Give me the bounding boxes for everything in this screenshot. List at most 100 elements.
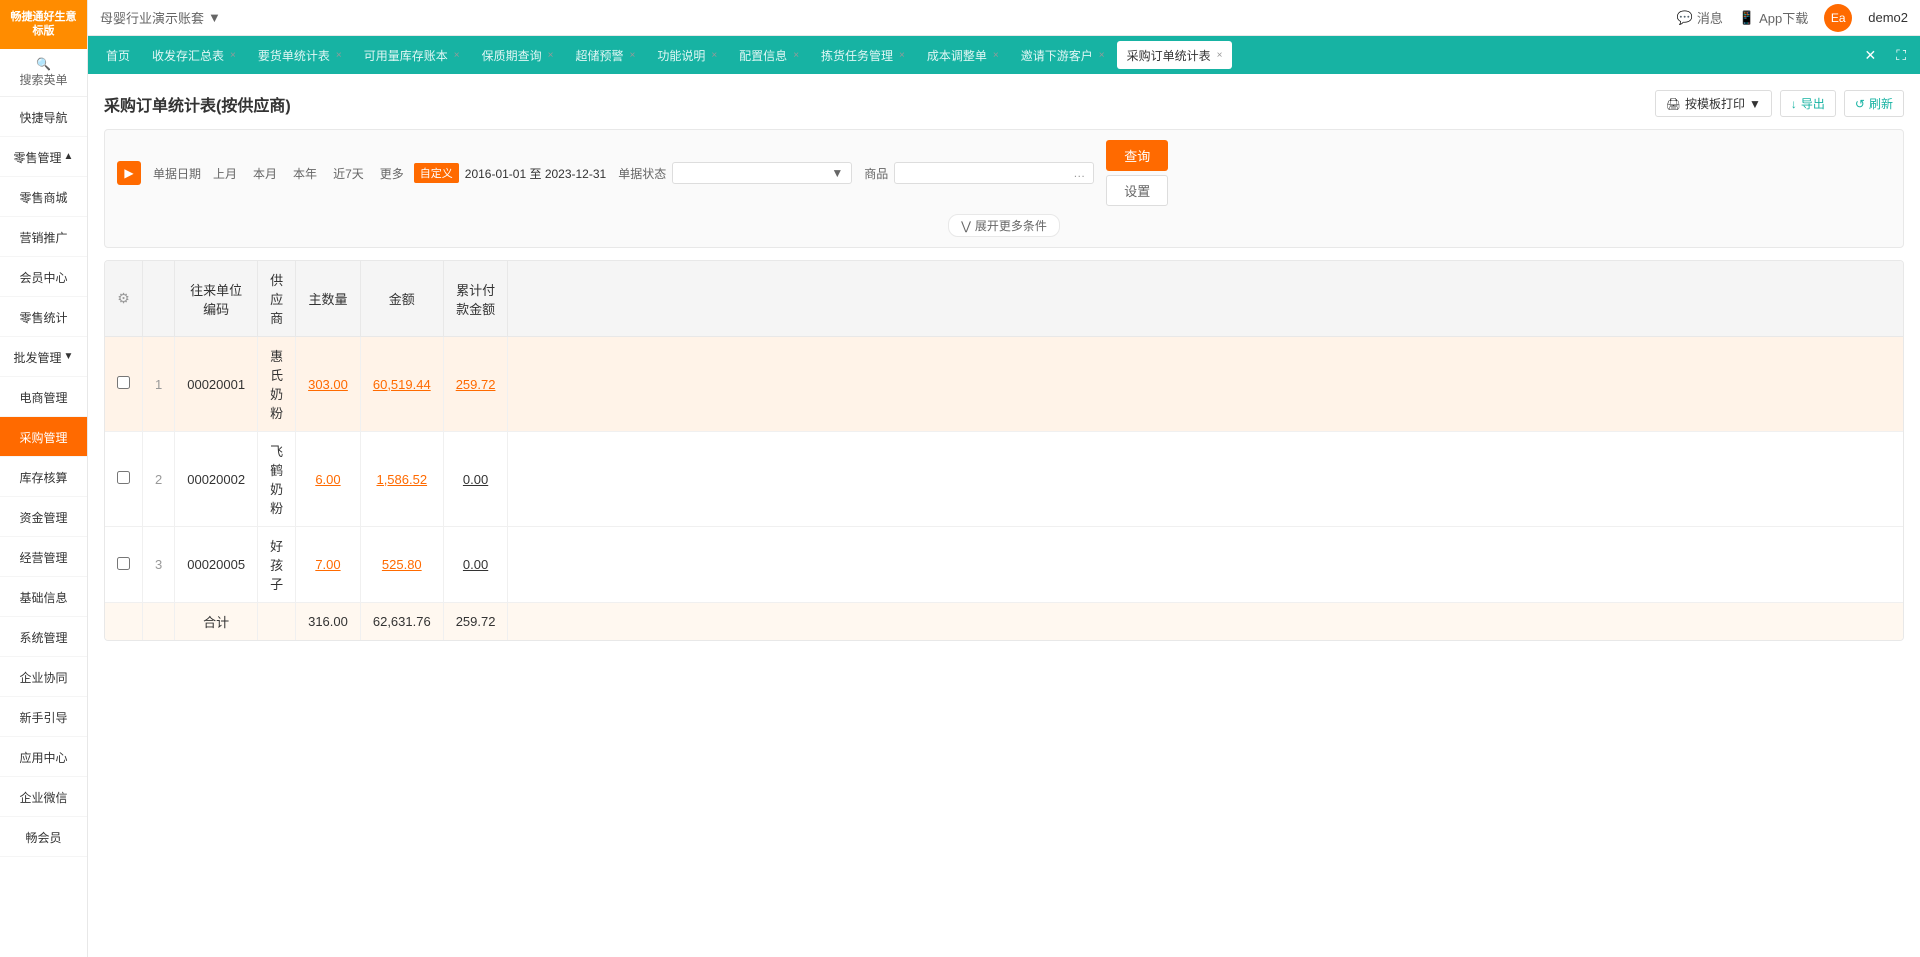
close-icon[interactable]: × [1217, 50, 1223, 61]
top-bar-left: 母婴行业演示账套 ▼ [100, 8, 221, 27]
cell-quantity[interactable]: 303.00 [296, 337, 361, 432]
cell-paid-amount[interactable]: 0.00 [443, 432, 508, 527]
filter-collapse-button[interactable]: ▶ [117, 161, 141, 185]
goods-filter-label: 商品 [864, 165, 888, 182]
shortcut-7-days[interactable]: 近7天 [327, 163, 370, 184]
tab-available-inv[interactable]: 可用量库存账本 × [354, 41, 470, 69]
close-icon[interactable]: × [629, 50, 635, 61]
shortcut-more[interactable]: 更多 [374, 163, 410, 184]
cell-supplier: 惠氏奶粉 [258, 337, 296, 432]
avatar[interactable]: Ea [1824, 4, 1852, 32]
cell-checkbox[interactable] [105, 432, 143, 527]
message-icon: 💬 [1677, 10, 1693, 26]
sidebar-item-newbie[interactable]: 新手引导 [0, 697, 87, 737]
sidebar-item-vip[interactable]: 畅会员 [0, 817, 87, 857]
sidebar-item-finance[interactable]: 资金管理 [0, 497, 87, 537]
close-icon[interactable]: × [336, 50, 342, 61]
tab-label: 拣货任务管理 [821, 47, 893, 64]
tab-config[interactable]: 配置信息 × [729, 41, 809, 69]
sidebar-item-quick[interactable]: 快捷导航 [0, 97, 87, 137]
sidebar-item-system[interactable]: 系统管理 [0, 617, 87, 657]
export-button[interactable]: ↓ 导出 [1780, 90, 1836, 117]
tab-label: 收发存汇总表 [152, 47, 224, 64]
app-download-button[interactable]: 📱 App下载 [1739, 8, 1808, 27]
status-select[interactable]: ▼ [672, 162, 852, 184]
tab-order-stats[interactable]: 要货单统计表 × [248, 41, 352, 69]
tab-overstock[interactable]: 超储预警 × [565, 41, 645, 69]
cell-checkbox[interactable] [105, 337, 143, 432]
sidebar-item-retail-shop[interactable]: 零售商城 [0, 177, 87, 217]
cell-amount[interactable]: 525.80 [360, 527, 443, 603]
tab-home-label: 首页 [106, 47, 130, 64]
tab-expiry[interactable]: 保质期查询 × [472, 41, 564, 69]
workspace-selector[interactable]: 母婴行业演示账套 ▼ [100, 8, 221, 27]
tab-purchase-order-stats[interactable]: 采购订单统计表 × [1117, 41, 1233, 69]
sidebar-item-inventory[interactable]: 库存核算 [0, 457, 87, 497]
sidebar-item-marketing[interactable]: 营销推广 [0, 217, 87, 257]
settings-button[interactable]: 设置 [1106, 175, 1168, 206]
shortcut-last-month[interactable]: 上月 [207, 163, 243, 184]
settings-icon[interactable]: ⚙ [117, 290, 130, 306]
cell-quantity[interactable]: 7.00 [296, 527, 361, 603]
sidebar-item-enterprise[interactable]: 企业协同 [0, 657, 87, 697]
close-icon[interactable]: × [993, 50, 999, 61]
cell-quantity[interactable]: 6.00 [296, 432, 361, 527]
message-button[interactable]: 💬 消息 [1677, 8, 1723, 27]
status-filter-group: 单据状态 ▼ [618, 162, 852, 184]
expand-more-button[interactable]: ⋁ 展开更多条件 [948, 214, 1060, 237]
tab-cost-adj[interactable]: 成本调整单 × [917, 41, 1009, 69]
sidebar-logo[interactable]: 畅捷通好生意 标版 [0, 0, 87, 49]
tab-picking[interactable]: 拣货任务管理 × [811, 41, 915, 69]
tab-label: 功能说明 [657, 47, 705, 64]
sidebar-item-members[interactable]: 会员中心 [0, 257, 87, 297]
footer-supplier [258, 603, 296, 641]
refresh-button[interactable]: ↺ 刷新 [1844, 90, 1904, 117]
sidebar-item-wholesale[interactable]: 批发管理 ▼ [0, 337, 87, 377]
close-icon[interactable]: × [1099, 50, 1105, 61]
query-button[interactable]: 查询 [1106, 140, 1168, 171]
cell-paid-amount[interactable]: 259.72 [443, 337, 508, 432]
cell-paid-amount[interactable]: 0.00 [443, 527, 508, 603]
sidebar-item-search[interactable]: 🔍 搜索英单 [0, 49, 87, 97]
sidebar-item-retail-stats[interactable]: 零售统计 [0, 297, 87, 337]
shortcut-this-year[interactable]: 本年 [287, 163, 323, 184]
tab-func-desc[interactable]: 功能说明 × [647, 41, 727, 69]
table-settings-header[interactable]: ⚙ [105, 261, 143, 337]
top-bar-right: 💬 消息 📱 App下载 Ea demo2 [1677, 4, 1908, 32]
tab-bar: 首页 收发存汇总表 × 要货单统计表 × 可用量库存账本 × 保质期查询 × 超… [88, 36, 1920, 74]
cell-checkbox[interactable] [105, 527, 143, 603]
tab-receivable[interactable]: 收发存汇总表 × [142, 41, 246, 69]
close-icon[interactable]: × [793, 50, 799, 61]
tab-maximize-button[interactable]: ⛶ [1890, 45, 1912, 66]
sidebar-item-appstore[interactable]: 应用中心 [0, 737, 87, 777]
close-icon[interactable]: × [548, 50, 554, 61]
goods-input[interactable]: … [894, 162, 1094, 184]
template-print-button[interactable]: 🖨 按模板打印 ▼ [1655, 90, 1772, 117]
custom-date-tag[interactable]: 自定义 [414, 163, 459, 183]
close-icon[interactable]: × [230, 50, 236, 61]
tab-invite-downstream[interactable]: 邀请下游客户 × [1011, 41, 1115, 69]
col-unit-code: 往来单位编码 [175, 261, 258, 337]
cell-supplier: 好孩子 [258, 527, 296, 603]
tab-close-all-button[interactable]: ✕ [1858, 45, 1882, 66]
cell-amount[interactable]: 60,519.44 [360, 337, 443, 432]
cell-amount[interactable]: 1,586.52 [360, 432, 443, 527]
close-icon[interactable]: × [899, 50, 905, 61]
sidebar-item-operations[interactable]: 经营管理 [0, 537, 87, 577]
sidebar-item-ecommerce[interactable]: 电商管理 [0, 377, 87, 417]
sidebar-item-basic[interactable]: 基础信息 [0, 577, 87, 617]
table-header-row: ⚙ 往来单位编码 供应商 主数量 金额 累计付款金额 [105, 261, 1903, 337]
sidebar-item-retail[interactable]: 零售管理 ▲ [0, 137, 87, 177]
cell-seq: 3 [143, 527, 175, 603]
chevron-down-icon: ▲ [64, 151, 74, 162]
close-icon[interactable]: × [454, 50, 460, 61]
filter-bar: ▶ 单据日期 上月 本月 本年 近7天 更多 自定义 2016-01-01 至 … [104, 129, 1904, 248]
tab-home[interactable]: 首页 [96, 41, 140, 69]
sidebar-item-wechat[interactable]: 企业微信 [0, 777, 87, 817]
cell-supplier: 飞鹤奶粉 [258, 432, 296, 527]
sidebar-item-purchase[interactable]: 采购管理 [0, 417, 87, 457]
data-table: ⚙ 往来单位编码 供应商 主数量 金额 累计付款金额 1 00020001 [104, 260, 1904, 641]
table-row: 1 00020001 惠氏奶粉 303.00 60,519.44 259.72 [105, 337, 1903, 432]
shortcut-this-month[interactable]: 本月 [247, 163, 283, 184]
close-icon[interactable]: × [711, 50, 717, 61]
